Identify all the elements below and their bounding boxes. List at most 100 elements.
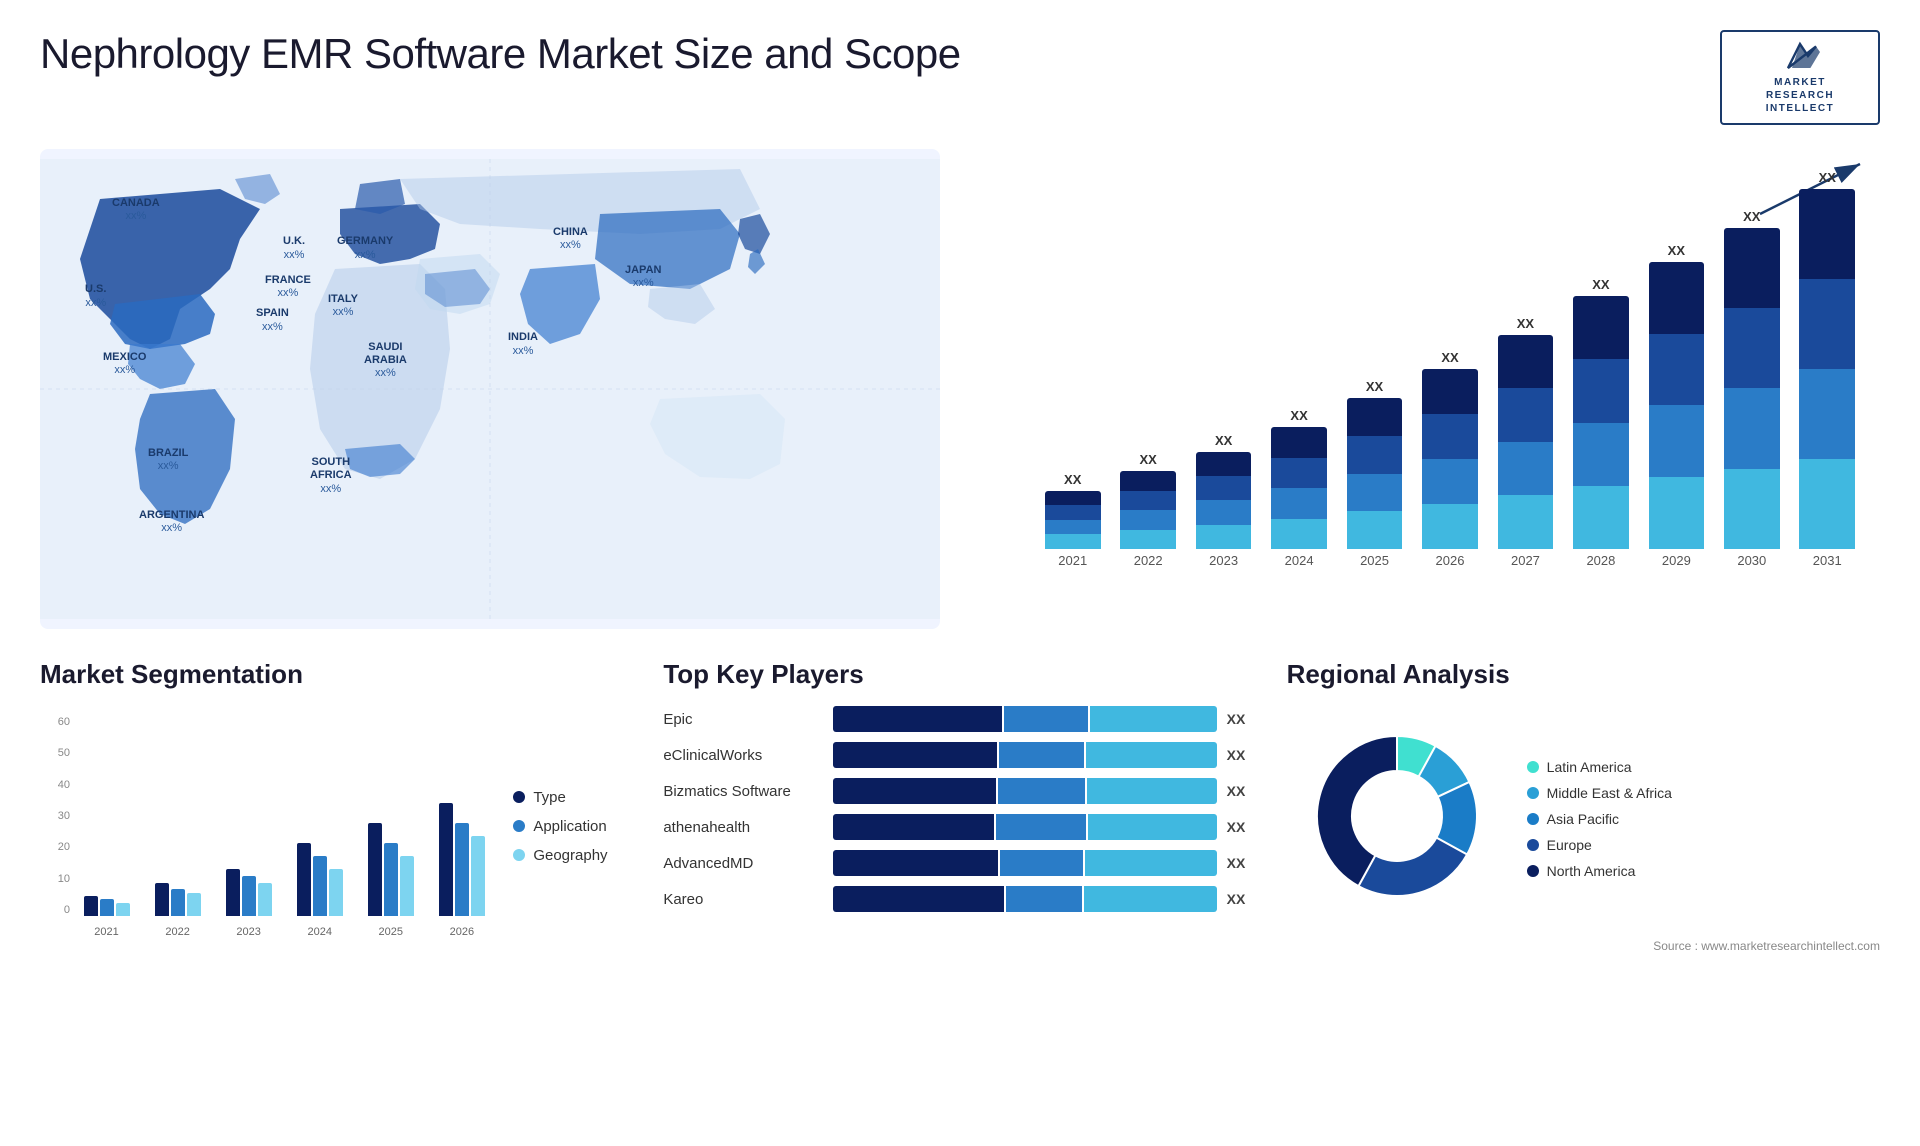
bar-value-2024: XX bbox=[1290, 408, 1307, 423]
bar-2029 bbox=[1649, 262, 1705, 549]
seg-bar-group-2025: 2025 bbox=[359, 716, 422, 916]
bar-value-2028: XX bbox=[1592, 277, 1609, 292]
x-label-2028: 2028 bbox=[1568, 553, 1633, 568]
player-bar-seg-5-0 bbox=[833, 886, 1004, 912]
segmentation-area: 6050403020100 202120222023202420252026 T… bbox=[40, 706, 633, 946]
bar-2027 bbox=[1498, 335, 1554, 549]
world-map: CANADAxx% U.S.xx% MEXICOxx% BRAZILxx% AR… bbox=[40, 149, 940, 629]
players-title: Top Key Players bbox=[663, 659, 1256, 690]
player-bar-seg-1-0 bbox=[833, 742, 997, 768]
seg-x-2026: 2026 bbox=[450, 926, 474, 938]
bar-value-2031: XX bbox=[1819, 170, 1836, 185]
player-val-0: XX bbox=[1227, 711, 1257, 727]
regional-dot-2 bbox=[1527, 813, 1539, 825]
seg-x-2024: 2024 bbox=[307, 926, 331, 938]
seg-bar-2026-2 bbox=[471, 836, 485, 916]
x-label-2025: 2025 bbox=[1342, 553, 1407, 568]
player-bar-seg-3-1 bbox=[996, 814, 1086, 840]
regional-legend-item-2: Asia Pacific bbox=[1527, 811, 1672, 827]
regional-dot-4 bbox=[1527, 865, 1539, 877]
player-row-kareo: KareoXX bbox=[663, 886, 1256, 912]
x-label-2026: 2026 bbox=[1417, 553, 1482, 568]
bar-2022 bbox=[1120, 471, 1176, 549]
pie-segment-europe bbox=[1358, 838, 1467, 896]
players-list: EpicXXeClinicalWorksXXBizmatics Software… bbox=[663, 706, 1256, 912]
bar-value-2026: XX bbox=[1441, 350, 1458, 365]
regional-legend-item-3: Europe bbox=[1527, 837, 1672, 853]
pie-svg bbox=[1287, 706, 1507, 926]
player-row-athenahealth: athenahealth XX bbox=[663, 814, 1256, 840]
seg-legend-application: Application bbox=[513, 818, 633, 835]
regional-label-4: North America bbox=[1547, 863, 1636, 879]
seg-bar-2021-2 bbox=[116, 903, 130, 916]
regional-dot-0 bbox=[1527, 761, 1539, 773]
seg-bar-2024-2 bbox=[329, 869, 343, 916]
player-val-4: XX bbox=[1227, 855, 1257, 871]
player-bar-seg-4-0 bbox=[833, 850, 998, 876]
bar-group-2029: XX bbox=[1644, 169, 1709, 549]
bar-group-2031: XX bbox=[1795, 169, 1860, 549]
x-label-2024: 2024 bbox=[1266, 553, 1331, 568]
player-name-4: AdvancedMD bbox=[663, 855, 823, 872]
bar-group-2030: XX bbox=[1719, 169, 1784, 549]
player-val-3: XX bbox=[1227, 819, 1257, 835]
y-axis bbox=[1040, 179, 1085, 509]
player-name-5: Kareo bbox=[663, 891, 823, 908]
seg-bar-2023-2 bbox=[258, 883, 272, 916]
regional-label-0: Latin America bbox=[1547, 759, 1632, 775]
bar-group-2022: XX bbox=[1115, 169, 1180, 549]
bar-2031 bbox=[1799, 189, 1855, 549]
seg-x-2025: 2025 bbox=[379, 926, 403, 938]
bar-value-2023: XX bbox=[1215, 433, 1232, 448]
regional-label-2: Asia Pacific bbox=[1547, 811, 1619, 827]
seg-bar-2026-0 bbox=[439, 803, 453, 916]
x-label-2029: 2029 bbox=[1644, 553, 1709, 568]
player-name-1: eClinicalWorks bbox=[663, 747, 823, 764]
player-bar-1 bbox=[833, 742, 1216, 768]
regional-dot-3 bbox=[1527, 839, 1539, 851]
logo-text: MARKET RESEARCH INTELLECT bbox=[1766, 76, 1835, 115]
player-bar-5 bbox=[833, 886, 1216, 912]
regional-title: Regional Analysis bbox=[1287, 659, 1880, 690]
player-bar-seg-3-2 bbox=[1088, 814, 1217, 840]
bar-2030 bbox=[1724, 228, 1780, 549]
regional-dot-1 bbox=[1527, 787, 1539, 799]
regional-label-3: Europe bbox=[1547, 837, 1592, 853]
player-bar-0 bbox=[833, 706, 1216, 732]
player-bar-seg-2-1 bbox=[998, 778, 1085, 804]
seg-legend-dot-0 bbox=[513, 791, 525, 803]
page-title: Nephrology EMR Software Market Size and … bbox=[40, 30, 961, 78]
seg-bar-2021-0 bbox=[84, 896, 98, 916]
player-row-bizmatics-software: Bizmatics SoftwareXX bbox=[663, 778, 1256, 804]
regional-legend: Latin America Middle East & Africa Asia Pa… bbox=[1527, 759, 1672, 879]
regional-legend-item-0: Latin America bbox=[1527, 759, 1672, 775]
bar-value-2030: XX bbox=[1743, 209, 1760, 224]
x-label-2021: 2021 bbox=[1040, 553, 1105, 568]
bar-group-2025: XX bbox=[1342, 169, 1407, 549]
player-bar-seg-0-2 bbox=[1090, 706, 1216, 732]
seg-bar-2024-1 bbox=[313, 856, 327, 916]
seg-bar-2025-1 bbox=[384, 843, 398, 916]
seg-legend-label-0: Type bbox=[533, 789, 566, 806]
seg-y-axis: 6050403020100 bbox=[40, 716, 70, 916]
player-bar-seg-3-0 bbox=[833, 814, 994, 840]
seg-x-2022: 2022 bbox=[165, 926, 189, 938]
bar-group-2023: XX bbox=[1191, 169, 1256, 549]
player-bar-3 bbox=[833, 814, 1216, 840]
seg-bar-group-2023: 2023 bbox=[217, 716, 280, 916]
bar-group-2024: XX bbox=[1266, 169, 1331, 549]
seg-bar-2026-1 bbox=[455, 823, 469, 916]
player-bar-2 bbox=[833, 778, 1216, 804]
player-row-eclinicalworks: eClinicalWorksXX bbox=[663, 742, 1256, 768]
player-bar-4 bbox=[833, 850, 1216, 876]
bar-group-2028: XX bbox=[1568, 169, 1633, 549]
player-name-3: athenahealth bbox=[663, 819, 823, 836]
bar-value-2025: XX bbox=[1366, 379, 1383, 394]
regional-label-1: Middle East & Africa bbox=[1547, 785, 1672, 801]
seg-bar-2023-1 bbox=[242, 876, 256, 916]
x-label-2030: 2030 bbox=[1719, 553, 1784, 568]
x-label-2022: 2022 bbox=[1115, 553, 1180, 568]
seg-bar-2023-0 bbox=[226, 869, 240, 916]
regional-legend-item-4: North America bbox=[1527, 863, 1672, 879]
segmentation-title: Market Segmentation bbox=[40, 659, 633, 690]
